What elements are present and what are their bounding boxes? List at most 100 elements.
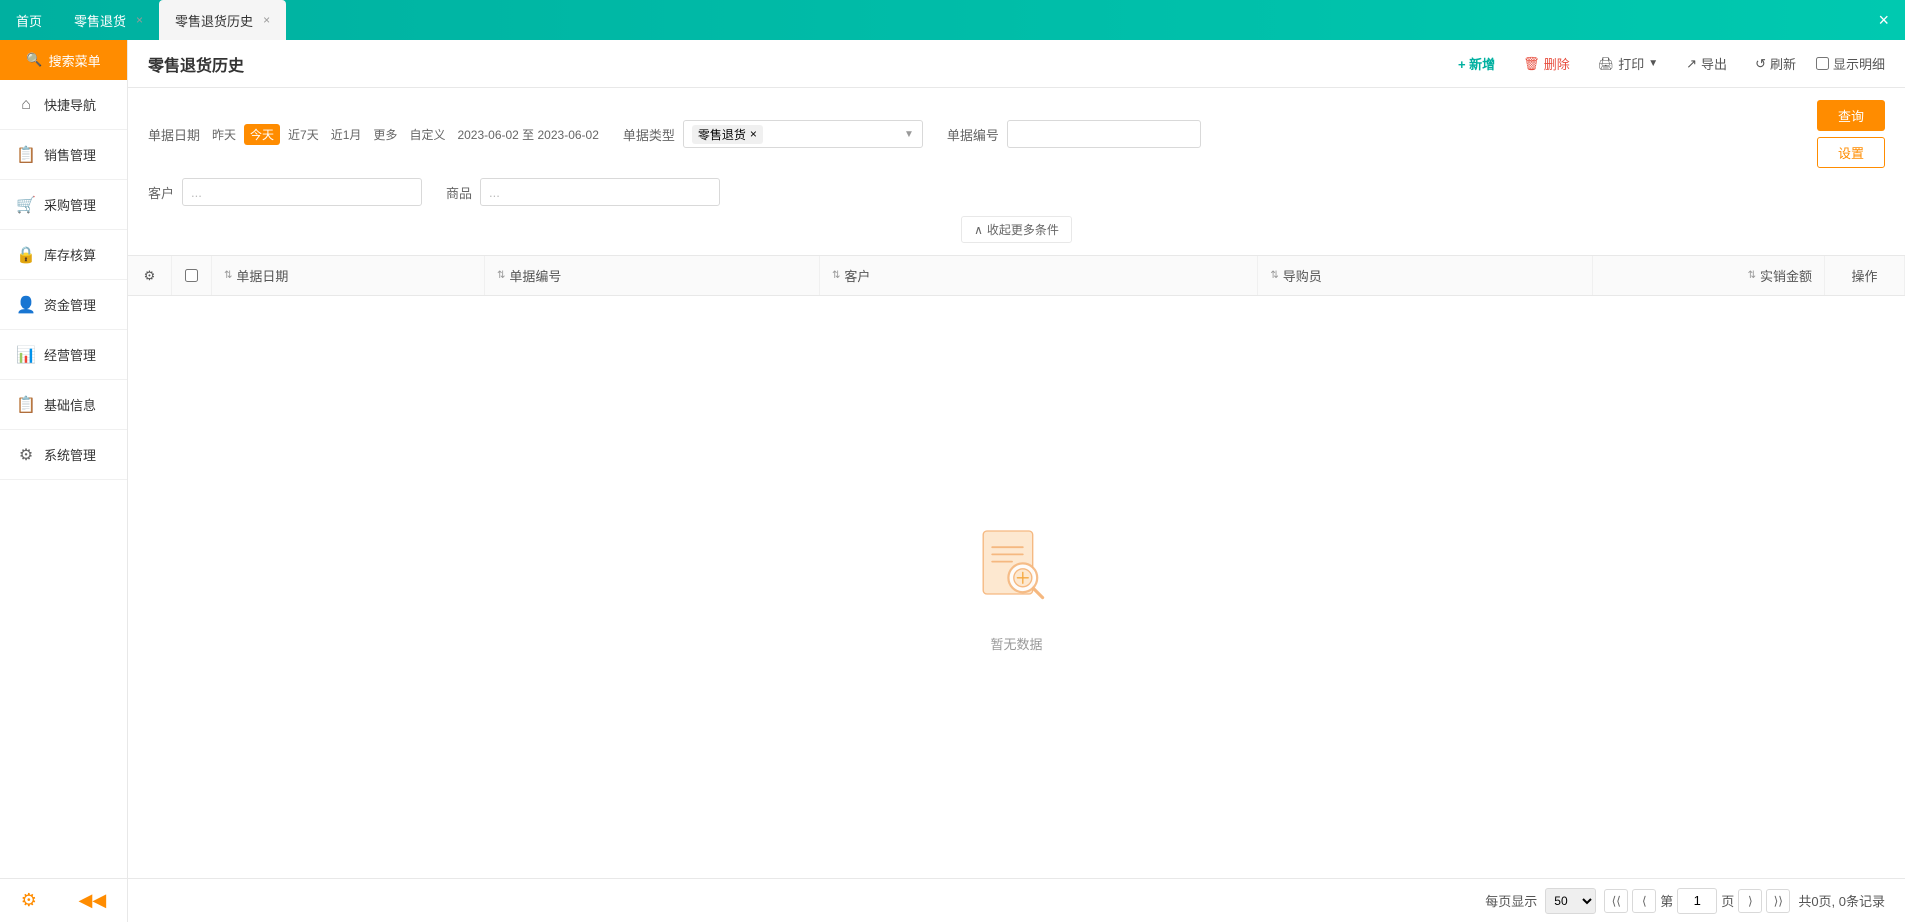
date-opt-custom[interactable]: 自定义 xyxy=(405,124,449,145)
voucher-type-tag-close[interactable]: × xyxy=(750,127,757,141)
filter-date: 单据日期 昨天 今天 近7天 近1月 更多 自定义 2023-06-02 至 2… xyxy=(148,124,599,145)
sidebar-bottom: ⚙ ◀◀ xyxy=(0,878,127,922)
delete-button-label: 删除 xyxy=(1544,54,1570,73)
sidebar-item-sales-mgmt-label: 销售管理 xyxy=(44,145,96,164)
show-detail-checkbox[interactable]: 显示明细 xyxy=(1816,54,1885,73)
print-icon: 🖨 xyxy=(1598,56,1615,72)
first-page-button[interactable]: ⟨⟨ xyxy=(1604,889,1628,913)
filter-area: 单据日期 昨天 今天 近7天 近1月 更多 自定义 2023-06-02 至 2… xyxy=(128,88,1905,256)
sidebar-item-inventory[interactable]: 🔒 库存核算 xyxy=(0,230,127,280)
refresh-button[interactable]: ↺ 刷新 xyxy=(1747,50,1804,77)
page-input-prefix: 第 xyxy=(1660,891,1673,910)
tab-retail-return-history-close[interactable]: × xyxy=(263,13,270,27)
query-set-buttons: 查询 设置 xyxy=(1817,100,1885,168)
next-page-button[interactable]: ⟩ xyxy=(1738,889,1762,913)
filter-voucher-type: 单据类型 零售退货 × ▼ xyxy=(623,120,923,148)
sidebar-menu: ⌂ 快捷导航 📋 销售管理 🛒 采购管理 🔒 库存核算 👤 资金管理 📊 xyxy=(0,80,127,878)
th-amount-label: 实销金额 xyxy=(1760,266,1812,285)
filter-voucher-number: 单据编号 xyxy=(947,120,1201,148)
date-opt-more[interactable]: 更多 xyxy=(369,124,401,145)
new-button[interactable]: + 新增 xyxy=(1450,50,1503,77)
sidebar-search-button[interactable]: 🔍 搜索菜单 xyxy=(0,40,127,80)
delete-button[interactable]: 🗑 删除 xyxy=(1515,50,1578,77)
th-checkbox[interactable] xyxy=(172,256,212,295)
select-all-checkbox[interactable] xyxy=(185,269,198,282)
sidebar-item-purchase-mgmt-label: 采购管理 xyxy=(44,195,96,214)
home-icon: ⌂ xyxy=(16,95,36,115)
settings-bottom-icon[interactable]: ⚙ xyxy=(21,890,37,911)
th-number[interactable]: ⇅ 单据编号 xyxy=(485,256,820,295)
sort-up-number: ⇅ xyxy=(497,270,505,281)
voucher-number-input[interactable] xyxy=(1007,120,1201,148)
tab-retail-return-label: 零售退货 xyxy=(74,11,126,30)
date-opt-last7[interactable]: 近7天 xyxy=(284,124,323,145)
table-body-empty: 暂无数据 xyxy=(128,296,1905,878)
tab-retail-return-close[interactable]: × xyxy=(136,13,143,27)
voucher-type-select[interactable]: 零售退货 × ▼ xyxy=(683,120,923,148)
show-detail-input[interactable] xyxy=(1816,57,1829,70)
sort-up-customer: ⇅ xyxy=(832,270,840,281)
set-button[interactable]: 设置 xyxy=(1817,137,1885,168)
sales-icon: 📋 xyxy=(16,145,36,165)
content-area: 零售退货历史 + 新增 🗑 删除 🖨 打印 ▼ xyxy=(128,40,1905,922)
th-date[interactable]: ⇅ 单据日期 xyxy=(212,256,485,295)
sidebar-item-operations-mgmt-label: 经营管理 xyxy=(44,345,96,364)
system-icon: ⚙ xyxy=(16,445,36,465)
date-opt-last1month[interactable]: 近1月 xyxy=(327,124,366,145)
date-range-display: 2023-06-02 至 2023-06-02 xyxy=(457,126,598,143)
collapse-icon: ∧ xyxy=(974,223,983,237)
voucher-type-tag: 零售退货 × xyxy=(692,125,763,144)
last-page-button[interactable]: ⟩⟩ xyxy=(1766,889,1790,913)
page-size-select[interactable]: 20 50 100 xyxy=(1545,888,1596,914)
print-dropdown-icon: ▼ xyxy=(1648,58,1658,69)
sort-up-date: ⇅ xyxy=(224,270,232,281)
total-info: 共0页, 0条记录 xyxy=(1798,891,1885,910)
sidebar-item-system-mgmt[interactable]: ⚙ 系统管理 xyxy=(0,430,127,480)
sidebar-item-purchase-mgmt[interactable]: 🛒 采购管理 xyxy=(0,180,127,230)
page-nav: ⟨⟨ ⟨ 第 页 ⟩ ⟩⟩ xyxy=(1604,888,1790,914)
window-close-button[interactable]: × xyxy=(1862,10,1905,31)
tab-retail-return[interactable]: 零售退货 × xyxy=(58,0,159,40)
pagination: 每页显示 20 50 100 ⟨⟨ ⟨ 第 页 ⟩ ⟩⟩ 共0页, 0条记录 xyxy=(128,878,1905,922)
print-button[interactable]: 🖨 打印 ▼ xyxy=(1590,50,1666,77)
th-amount[interactable]: ⇅ 实销金额 xyxy=(1593,256,1825,295)
th-date-label: 单据日期 xyxy=(236,266,288,285)
sidebar-item-finance-mgmt-label: 资金管理 xyxy=(44,295,96,314)
filter-voucher-number-label: 单据编号 xyxy=(947,125,999,144)
collapse-filter-button[interactable]: ∧ 收起更多条件 xyxy=(961,216,1072,243)
th-settings[interactable]: ⚙ xyxy=(128,256,172,295)
filter-row-2: 客户 ... 商品 ... xyxy=(148,178,1885,206)
sidebar-item-quick-nav[interactable]: ⌂ 快捷导航 xyxy=(0,80,127,130)
sort-up-guide: ⇅ xyxy=(1270,270,1278,281)
tab-list: 首页 零售退货 × 零售退货历史 × xyxy=(0,0,1862,40)
goods-select[interactable]: ... xyxy=(480,178,720,206)
date-opt-today[interactable]: 今天 xyxy=(244,124,280,145)
inventory-icon: 🔒 xyxy=(16,245,36,265)
sidebar-item-sales-mgmt[interactable]: 📋 销售管理 xyxy=(0,130,127,180)
sidebar-item-system-mgmt-label: 系统管理 xyxy=(44,445,96,464)
th-guide[interactable]: ⇅ 导购员 xyxy=(1258,256,1593,295)
page-actions: + 新增 🗑 删除 🖨 打印 ▼ ↗ 导出 xyxy=(1450,50,1885,77)
th-ops-label: 操作 xyxy=(1851,266,1877,285)
customer-placeholder: ... xyxy=(191,185,202,200)
export-button[interactable]: ↗ 导出 xyxy=(1678,50,1735,77)
sidebar-item-finance-mgmt[interactable]: 👤 资金管理 xyxy=(0,280,127,330)
new-button-label: + 新增 xyxy=(1458,54,1495,73)
filter-customer-label: 客户 xyxy=(148,183,174,202)
filter-goods-label: 商品 xyxy=(446,183,472,202)
sidebar-item-operations-mgmt[interactable]: 📊 经营管理 xyxy=(0,330,127,380)
filter-date-label: 单据日期 xyxy=(148,125,200,144)
tab-retail-return-history[interactable]: 零售退货历史 × xyxy=(159,0,286,40)
refresh-button-label: 刷新 xyxy=(1770,54,1796,73)
date-opt-yesterday[interactable]: 昨天 xyxy=(208,124,240,145)
page-number-input[interactable] xyxy=(1677,888,1717,914)
query-button[interactable]: 查询 xyxy=(1817,100,1885,131)
customer-select[interactable]: ... xyxy=(182,178,422,206)
volume-bottom-icon[interactable]: ◀◀ xyxy=(79,890,107,911)
export-button-label: 导出 xyxy=(1701,54,1727,73)
tab-home[interactable]: 首页 xyxy=(0,0,58,40)
prev-page-button[interactable]: ⟨ xyxy=(1632,889,1656,913)
sidebar-item-basic-info[interactable]: 📋 基础信息 xyxy=(0,380,127,430)
collapse-label: 收起更多条件 xyxy=(987,221,1059,238)
th-customer[interactable]: ⇅ 客户 xyxy=(820,256,1258,295)
